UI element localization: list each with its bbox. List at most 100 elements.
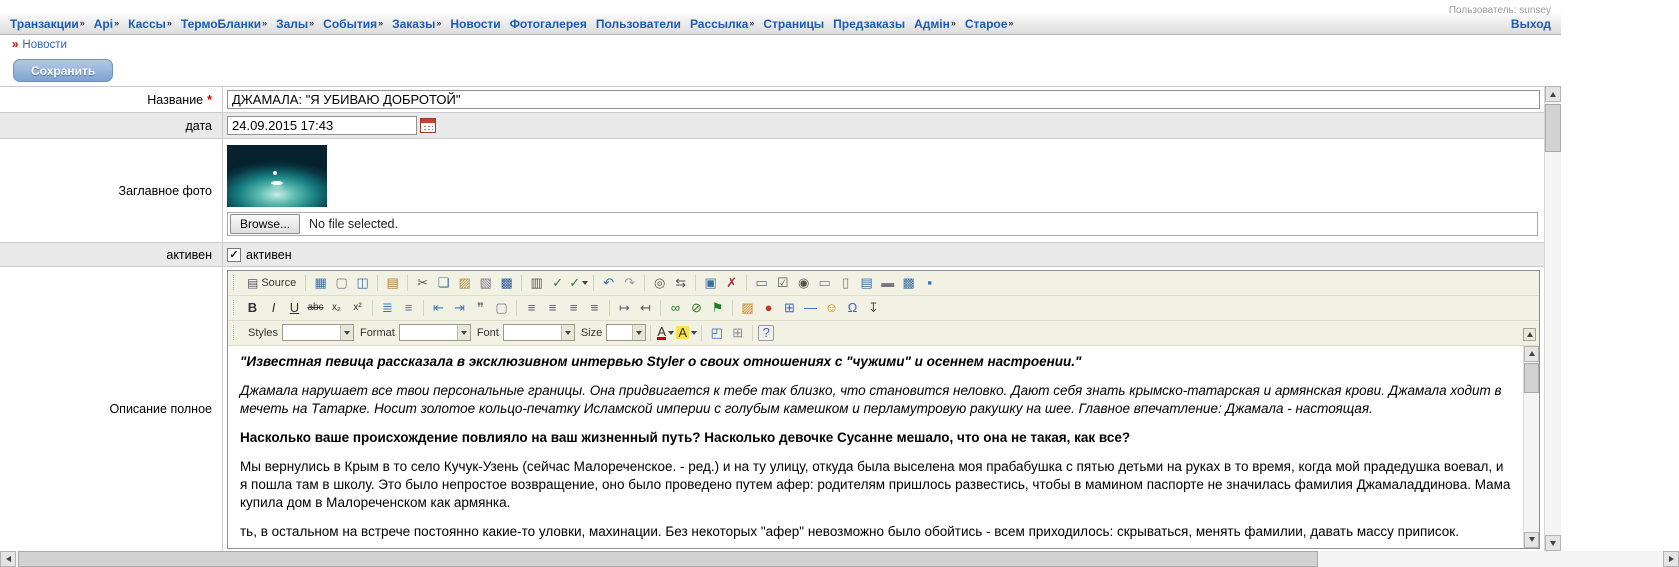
text-color-icon[interactable]: A: [656, 323, 675, 342]
nav-item[interactable]: Адмін»: [914, 17, 956, 31]
nav-item[interactable]: Api»: [94, 17, 119, 31]
calendar-icon[interactable]: [420, 118, 436, 133]
underline-icon[interactable]: U: [285, 298, 304, 317]
date-input[interactable]: [227, 116, 417, 135]
editor-content[interactable]: "Известная певица рассказала в эксклюзив…: [228, 346, 1523, 548]
select-field-icon[interactable]: ▤: [857, 273, 876, 292]
numbered-list-icon[interactable]: ≣: [378, 298, 397, 317]
page-scroll-left-button[interactable]: [0, 551, 16, 567]
page-scroll-up-button[interactable]: [1545, 86, 1561, 102]
page-horizontal-scrollbar[interactable]: [0, 551, 1679, 567]
italic-icon[interactable]: I: [264, 298, 283, 317]
image-icon[interactable]: ▨: [738, 298, 757, 317]
nav-item[interactable]: Транзакции»: [10, 17, 85, 31]
bulleted-list-icon[interactable]: ≡: [399, 298, 418, 317]
nav-item[interactable]: Залы»: [276, 17, 314, 31]
font-dropdown[interactable]: [502, 324, 575, 341]
link-icon[interactable]: ∞: [666, 298, 685, 317]
maximize-icon[interactable]: ◰: [707, 323, 726, 342]
page-break-icon[interactable]: ↧: [864, 298, 883, 317]
blockquote-icon[interactable]: ❞: [471, 298, 490, 317]
nav-item[interactable]: Предзаказы: [833, 17, 905, 31]
browse-button[interactable]: Browse...: [230, 214, 301, 234]
page-scroll-right-button[interactable]: [1663, 551, 1679, 567]
editor-scroll-down-button[interactable]: [1524, 531, 1539, 548]
text-field-icon[interactable]: ▭: [815, 273, 834, 292]
select-all-icon[interactable]: ▣: [701, 273, 720, 292]
nav-item[interactable]: Старое»: [965, 17, 1014, 31]
nav-item[interactable]: ТермоБланки»: [181, 17, 267, 31]
align-left-icon[interactable]: ≡: [522, 298, 541, 317]
checkbox-field-icon[interactable]: ☑: [773, 273, 792, 292]
nav-item[interactable]: Кассы»: [128, 17, 172, 31]
horizontal-rule-icon[interactable]: —: [801, 298, 820, 317]
new-page-icon[interactable]: ▢: [332, 273, 351, 292]
redo-icon[interactable]: ↷: [620, 273, 639, 292]
strikethrough-icon[interactable]: abc: [306, 298, 325, 317]
dropdown-arrow-icon[interactable]: [456, 325, 470, 340]
align-center-icon[interactable]: ≡: [543, 298, 562, 317]
editor-scroll-thumb[interactable]: [1524, 362, 1539, 393]
bold-icon[interactable]: B: [243, 298, 262, 317]
paste-from-word-icon[interactable]: ▩: [497, 273, 516, 292]
page-scroll-down-button[interactable]: [1545, 535, 1561, 551]
page-scroll-thumb[interactable]: [1545, 104, 1561, 152]
preview-icon[interactable]: ◫: [353, 273, 372, 292]
decrease-indent-icon[interactable]: ⇤: [429, 298, 448, 317]
styles-dropdown[interactable]: [281, 324, 354, 341]
toolbar-collapse-button[interactable]: [1523, 327, 1536, 341]
file-input[interactable]: Browse... No file selected.: [227, 212, 1538, 236]
increase-indent-icon[interactable]: ⇥: [450, 298, 469, 317]
nav-item-logout[interactable]: Выход: [1511, 17, 1551, 31]
show-blocks-icon[interactable]: ⊞: [728, 323, 747, 342]
print-icon[interactable]: ▥: [527, 273, 546, 292]
editor-vertical-scrollbar[interactable]: [1523, 345, 1539, 548]
editor-scroll-track[interactable]: [1524, 362, 1539, 532]
anchor-icon[interactable]: ⚑: [708, 298, 727, 317]
cut-icon[interactable]: ✂: [413, 273, 432, 292]
size-dropdown[interactable]: [606, 324, 647, 341]
subscript-icon[interactable]: x₂: [327, 298, 346, 317]
replace-icon[interactable]: ⇆: [671, 273, 690, 292]
spell-check-icon[interactable]: ✓: [548, 273, 567, 292]
paste-icon[interactable]: ▨: [455, 273, 474, 292]
source-button[interactable]: ▤ Source: [242, 275, 301, 291]
nav-item[interactable]: Пользователи: [596, 17, 681, 31]
button-field-icon[interactable]: ▬: [878, 273, 897, 292]
templates-icon[interactable]: ▤: [383, 273, 402, 292]
active-checkbox[interactable]: ✓: [227, 247, 241, 262]
undo-icon[interactable]: ↶: [599, 273, 618, 292]
hidden-field-icon[interactable]: ▪: [920, 273, 939, 292]
format-dropdown[interactable]: [398, 324, 471, 341]
justify-icon[interactable]: ≡: [585, 298, 604, 317]
paste-as-text-icon[interactable]: ▧: [476, 273, 495, 292]
find-icon[interactable]: ◎: [650, 273, 669, 292]
table-icon[interactable]: ⊞: [780, 298, 799, 317]
align-right-icon[interactable]: ≡: [564, 298, 583, 317]
image-button-icon[interactable]: ▩: [899, 273, 918, 292]
text-direction-ltr-icon[interactable]: ↦: [615, 298, 634, 317]
page-hscroll-track[interactable]: [16, 551, 1663, 567]
flash-icon[interactable]: ●: [759, 298, 778, 317]
page-vertical-scrollbar[interactable]: [1545, 86, 1561, 551]
special-character-icon[interactable]: Ω: [843, 298, 862, 317]
nav-item[interactable]: Рассылка»: [690, 17, 754, 31]
dropdown-arrow-icon[interactable]: [339, 325, 353, 340]
unlink-icon[interactable]: ⊘: [687, 298, 706, 317]
nav-item[interactable]: Страницы: [763, 17, 824, 31]
page-scroll-track[interactable]: [1545, 102, 1561, 535]
title-input[interactable]: [227, 90, 1540, 109]
save-icon[interactable]: ▦: [311, 273, 330, 292]
about-icon[interactable]: ?: [758, 324, 775, 341]
background-color-icon[interactable]: A: [676, 323, 698, 342]
copy-icon[interactable]: ❏: [434, 273, 453, 292]
smiley-icon[interactable]: ☺: [822, 298, 841, 317]
spell-check-as-you-type-icon[interactable]: ✓: [569, 273, 589, 292]
form-icon[interactable]: ▭: [752, 273, 771, 292]
nav-item[interactable]: Фотогалерея: [510, 17, 587, 31]
remove-format-icon[interactable]: ✗: [722, 273, 741, 292]
nav-item[interactable]: События»: [323, 17, 383, 31]
nav-item[interactable]: Новости: [450, 17, 500, 31]
create-div-icon[interactable]: ▢: [492, 298, 511, 317]
editor-scroll-up-button[interactable]: [1524, 345, 1539, 362]
